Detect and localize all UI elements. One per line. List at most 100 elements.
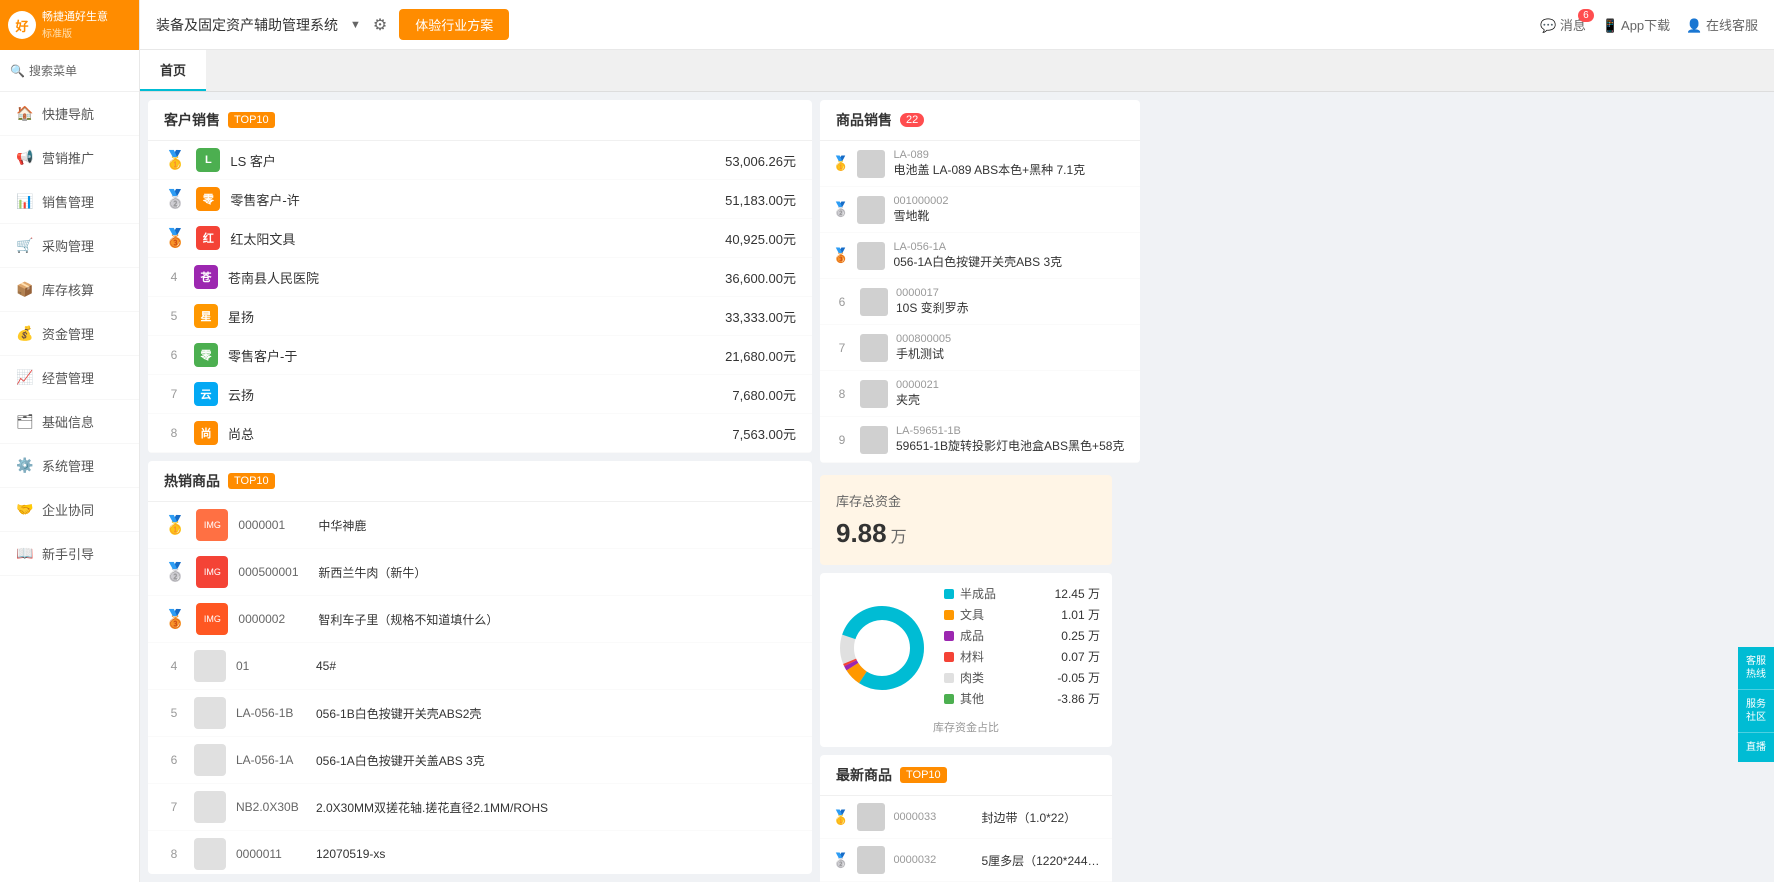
customer-avatar: 红 (196, 226, 220, 250)
product-name: 056-1B白色按键开关壳ABS2壳 (316, 705, 796, 722)
logo-title: 畅捷通好生意 (42, 10, 108, 24)
sidebar-item-basic-info[interactable]: 🗂 基础信息 (0, 400, 139, 444)
customer-row: 🥈 零 零售客户-许 51,183.00元 (148, 180, 812, 219)
product-info: LA-056-1A 056-1A白色按键开关壳ABS 3克 (893, 241, 1128, 270)
legend-label: 文具 (960, 606, 1055, 623)
customer-row: 5 星 星扬 33,333.00元 (148, 297, 812, 336)
sidebar-item-system[interactable]: ⚙️ 系统管理 (0, 444, 139, 488)
rank-medal: 🥇 (832, 809, 849, 826)
inventory-unit: 万 (891, 523, 907, 547)
sidebar-item-inventory[interactable]: 📦 库存核算 (0, 268, 139, 312)
product-code: LA-056-1B (236, 706, 306, 720)
rank-number: 7 (164, 387, 184, 401)
product-code: 000800005 (896, 333, 1128, 345)
sidebar-item-sales[interactable]: 📊 销售管理 (0, 180, 139, 224)
hot-product-row: 🥉 IMG 0000002 智利车子里（规格不知道填什么） (148, 596, 812, 643)
top-customers-title: 客户销售 (164, 110, 220, 130)
pie-container: 半成品 12.45 万 文具 1.01 万 成品 0.25 万 材料 0.07 … (832, 585, 1100, 711)
sidebar-item-finance[interactable]: 💰 资金管理 (0, 312, 139, 356)
right-sidebar: 库存总资金 9.88 万 (820, 467, 1120, 882)
topbar-right: 💬 消息 6 📱 App下载 👤 在线客服 (1540, 15, 1758, 34)
hot-product-row: 🥇 IMG 0000001 中华神鹿 (148, 502, 812, 549)
sidebar-item-label: 销售管理 (42, 192, 94, 211)
float-btn-service[interactable]: 客服热线 (1738, 647, 1774, 690)
sidebar-item-quick-nav[interactable]: 🏠 快捷导航 (0, 92, 139, 136)
rank-medal: 🥇 (164, 150, 186, 171)
product-info: LA-59651-1B 59651-1B旋转投影灯电池盒ABS黑色+58克 (896, 425, 1128, 454)
product-name: 10S 变刹罗赤 (896, 299, 1128, 316)
product-image (194, 791, 226, 823)
customer-avatar: 苍 (194, 265, 218, 289)
rank-medal: 🥈 (832, 201, 849, 218)
pie-section: 半成品 12.45 万 文具 1.01 万 成品 0.25 万 材料 0.07 … (820, 573, 1112, 747)
hot-top10-badge: TOP10 (228, 473, 275, 489)
legend-item: 材料 0.07 万 (944, 648, 1100, 665)
product-info: 0000017 10S 变刹罗赤 (896, 287, 1128, 316)
customer-amount: 51,183.00元 (725, 190, 796, 209)
home-icon: 🏠 (16, 105, 34, 122)
customer-row: 6 零 零售客户-于 21,680.00元 (148, 336, 812, 375)
float-btn-live[interactable]: 直播 (1738, 733, 1774, 762)
service-icon: 👤 (1686, 18, 1702, 33)
product-image (860, 288, 888, 316)
notification-icon: 💬 (1540, 18, 1556, 33)
sidebar-item-enterprise[interactable]: 🤝 企业协同 (0, 488, 139, 532)
middle-panel: 客户销售 TOP10 🥇 L LS 客户 53,006.26元 🥈 零 零售客户… (140, 92, 820, 882)
rank-medal: 🥈 (164, 562, 186, 583)
customer-name: 红太阳文具 (230, 229, 715, 248)
product-name: 056-1A白色按键开关壳ABS 3克 (893, 253, 1128, 270)
inventory-amount: 9.88 (836, 518, 887, 549)
dropdown-arrow[interactable]: ▼ (350, 19, 361, 31)
sidebar-item-guide[interactable]: 📖 新手引导 (0, 532, 139, 576)
customer-name: 星扬 (228, 307, 715, 326)
float-btn-community[interactable]: 服务社区 (1738, 690, 1774, 733)
legend-value: -3.86 万 (1057, 690, 1100, 707)
hot-product-row: 🥈 IMG 000500001 新西兰牛肉（新牛） (148, 549, 812, 596)
settings-icon[interactable]: ⚙ (373, 15, 387, 35)
new-product-row: 🥈 0000032 5厘多层（1220*2440） (820, 839, 1112, 882)
app-download-link[interactable]: 📱 App下载 (1602, 15, 1670, 34)
product-code: 0000002 (238, 612, 308, 626)
guide-icon: 📖 (16, 545, 34, 562)
notifications-area[interactable]: 💬 消息 6 (1540, 15, 1586, 34)
product-image (860, 426, 888, 454)
product-code: 0000017 (896, 287, 1128, 299)
trial-button[interactable]: 体验行业方案 (399, 9, 509, 40)
customer-name: 苍南县人民医院 (228, 268, 715, 287)
sidebar-item-marketing[interactable]: 📢 营销推广 (0, 136, 139, 180)
sidebar-item-operations[interactable]: 📈 经营管理 (0, 356, 139, 400)
customer-amount: 7,563.00元 (732, 424, 796, 443)
online-service-link[interactable]: 👤 在线客服 (1686, 15, 1758, 34)
customer-avatar: 尚 (194, 421, 218, 445)
rank-medal: 🥇 (164, 515, 186, 536)
customer-avatar: 云 (194, 382, 218, 406)
product-code: 0000001 (238, 518, 308, 532)
product-name: 封边带（1.0*22） (981, 809, 1100, 826)
product-name: 056-1A白色按键开关盖ABS 3克 (316, 752, 796, 769)
legend-dot (944, 652, 954, 662)
legend-label: 肉类 (960, 669, 1051, 686)
new-top10-badge: TOP10 (900, 767, 947, 783)
notification-count: 6 (1578, 9, 1594, 22)
sidebar-item-label: 营销推广 (42, 148, 94, 167)
search-menu-btn[interactable]: 🔍 搜索菜单 (10, 58, 129, 83)
product-sales-row: 🥉 LA-056-1A 056-1A白色按键开关壳ABS 3克 (820, 233, 1140, 279)
legend-list: 半成品 12.45 万 文具 1.01 万 成品 0.25 万 材料 0.07 … (944, 585, 1100, 711)
customer-row: 4 苍 苍南县人民医院 36,600.00元 (148, 258, 812, 297)
legend-value: 1.01 万 (1061, 606, 1100, 623)
content-area: 客户销售 TOP10 🥇 L LS 客户 53,006.26元 🥈 零 零售客户… (140, 92, 1774, 882)
hot-products-section: 热销商品 TOP10 🥇 IMG 0000001 中华神鹿 🥈 IMG 0005… (148, 461, 812, 874)
hot-product-row: 8 0000011 12070519-xs (148, 831, 812, 874)
product-image: IMG (196, 603, 228, 635)
product-sales-row: 🥈 001000002 雪地靴 (820, 187, 1140, 233)
inventory-icon: 📦 (16, 281, 34, 298)
sidebar-item-purchase[interactable]: 🛒 采购管理 (0, 224, 139, 268)
main-area: 装备及固定资产辅助管理系统 ▼ ⚙ 体验行业方案 💬 消息 6 📱 App下载 … (140, 0, 1774, 882)
main-panels: 客户销售 TOP10 🥇 L LS 客户 53,006.26元 🥈 零 零售客户… (140, 92, 1774, 882)
product-code: LA-59651-1B (896, 425, 1128, 437)
customer-name: 零售客户-于 (228, 346, 715, 365)
tab-home[interactable]: 首页 (140, 50, 206, 91)
sidebar-item-label: 资金管理 (42, 324, 94, 343)
new-products-header: 最新商品 TOP10 (820, 755, 1112, 796)
top-customers-header: 客户销售 TOP10 (148, 100, 812, 141)
